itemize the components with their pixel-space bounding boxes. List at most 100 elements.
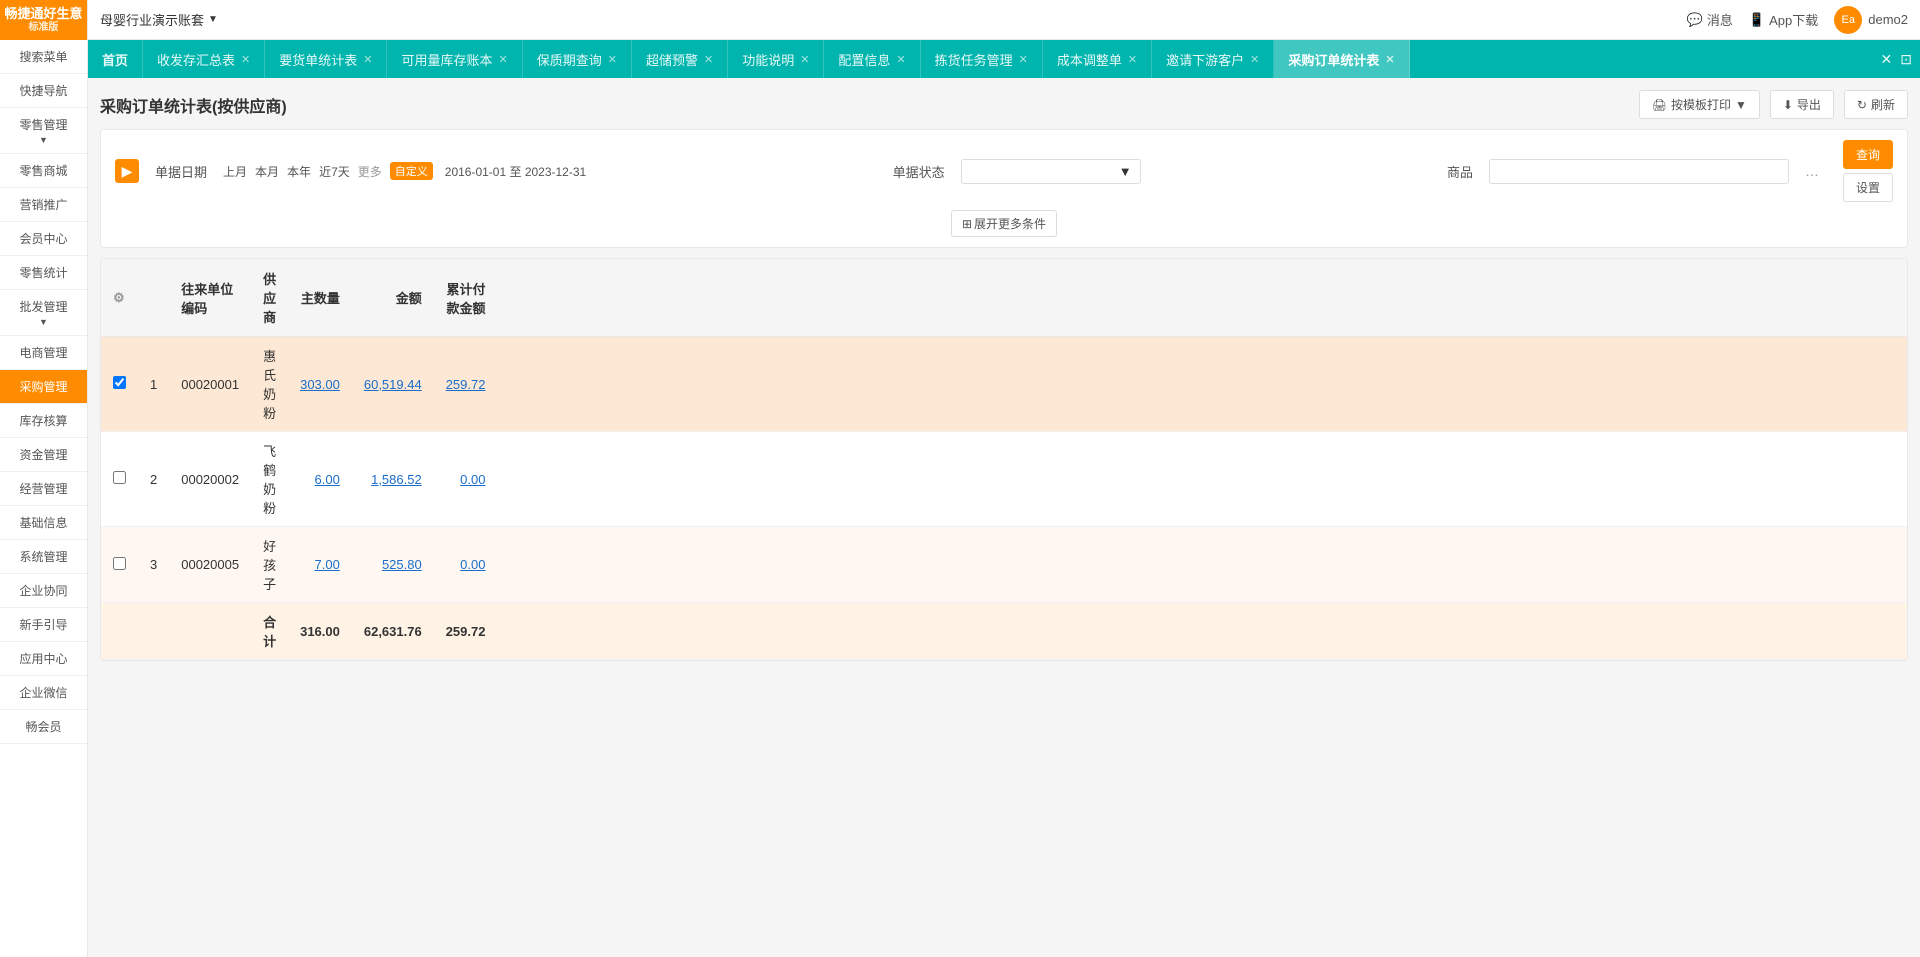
sidebar-item-marketing[interactable]: 营销推广 <box>0 188 87 222</box>
tab-close-icon[interactable]: ✕ <box>704 53 713 66</box>
tab-home[interactable]: 首页 <box>88 40 143 78</box>
row-check[interactable] <box>101 337 138 432</box>
avatar: Ea <box>1834 6 1862 34</box>
sidebar-item-wholesale-mgmt[interactable]: 批发管理▼ <box>0 290 87 336</box>
row-main-qty[interactable]: 303.00 <box>288 337 352 432</box>
shortcut-this-year[interactable]: 本年 <box>287 163 311 180</box>
refresh-btn[interactable]: ↻ 刷新 <box>1844 90 1908 119</box>
row-checkbox[interactable] <box>113 471 126 484</box>
table-row[interactable]: 1 00020001 惠氏奶粉 303.00 60,519.44 259.72 <box>101 337 1907 432</box>
row-paid-amount[interactable]: 259.72 <box>434 337 498 432</box>
tab-purchase-stats[interactable]: 采购订单统计表✕ <box>1274 40 1409 78</box>
row-paid-amount[interactable]: 0.00 <box>434 432 498 527</box>
sidebar-item-enterprise-collab[interactable]: 企业协同 <box>0 574 87 608</box>
tab-close-icon[interactable]: ✕ <box>499 53 508 66</box>
sidebar-item-new-guide[interactable]: 新手引导 <box>0 608 87 642</box>
row-checkbox[interactable] <box>113 376 126 389</box>
goods-more-icon[interactable]: … <box>1805 163 1819 179</box>
tab-close-icon[interactable]: ✕ <box>1385 53 1394 66</box>
tab-config-info[interactable]: 配置信息✕ <box>824 40 920 78</box>
tab-close-icon[interactable]: ✕ <box>1128 53 1137 66</box>
row-main-qty[interactable]: 7.00 <box>288 527 352 603</box>
topbar-right: 💬 消息 📱 App下载 Ea demo2 <box>1687 6 1908 34</box>
sidebar-item-purchase-mgmt[interactable]: 采购管理 <box>0 370 87 404</box>
goods-input[interactable] <box>1489 159 1789 184</box>
sidebar-item-retail-mall[interactable]: 零售商城 <box>0 154 87 188</box>
row-checkbox[interactable] <box>113 557 126 570</box>
export-btn[interactable]: ⬇ 导出 <box>1770 90 1834 119</box>
footer-supplier: 合计 <box>251 603 288 660</box>
shortcut-last-month[interactable]: 上月 <box>223 163 247 180</box>
sidebar-item-app-center[interactable]: 应用中心 <box>0 642 87 676</box>
app-download-btn[interactable]: 📱 App下载 <box>1749 10 1818 29</box>
row-main-qty[interactable]: 6.00 <box>288 432 352 527</box>
gear-icon[interactable]: ⚙ <box>113 290 125 305</box>
print-btn[interactable]: 🖨 按模板打印 ▼ <box>1639 90 1760 119</box>
status-select[interactable]: ▼ <box>961 159 1141 184</box>
sidebar-item-label: 搜索菜单 <box>19 48 67 65</box>
row-amount[interactable]: 1,586.52 <box>352 432 434 527</box>
sidebar-item-quick-nav[interactable]: 快捷导航 <box>0 74 87 108</box>
maximize-tab-btn[interactable]: ⊡ <box>1900 51 1912 68</box>
message-btn[interactable]: 💬 消息 <box>1687 10 1733 29</box>
th-main-qty: 主数量 <box>288 259 352 337</box>
table-row[interactable]: 2 00020002 飞鹤奶粉 6.00 1,586.52 0.00 <box>101 432 1907 527</box>
tab-order-stats[interactable]: 要货单统计表✕ <box>265 40 387 78</box>
tab-function-desc[interactable]: 功能说明✕ <box>728 40 824 78</box>
close-tab-btn[interactable]: ✕ <box>1881 51 1893 68</box>
expand-more-btn[interactable]: ⊞ 展开更多条件 <box>951 210 1057 237</box>
sidebar-item-finance-mgmt[interactable]: 资金管理 <box>0 438 87 472</box>
tab-invite-downstream[interactable]: 邀请下游客户✕ <box>1152 40 1274 78</box>
custom-date-badge[interactable]: 自定义 <box>390 162 433 180</box>
tab-cost-adjust[interactable]: 成本调整单✕ <box>1043 40 1152 78</box>
row-check[interactable] <box>101 432 138 527</box>
shortcut-this-month[interactable]: 本月 <box>255 163 279 180</box>
tab-close-icon[interactable]: ✕ <box>608 53 617 66</box>
sidebar: 畅捷通好生意 标准版 搜索菜单快捷导航零售管理▼零售商城营销推广会员中心零售统计… <box>0 0 88 957</box>
tab-close-icon[interactable]: ✕ <box>1019 53 1028 66</box>
row-num: 1 <box>138 337 169 432</box>
settings-btn[interactable]: 设置 <box>1843 173 1893 202</box>
sidebar-item-retail-stats[interactable]: 零售统计 <box>0 256 87 290</box>
industry-selector[interactable]: 母婴行业演示账套 ▼ <box>100 10 218 29</box>
tab-close-icon[interactable]: ✕ <box>800 53 809 66</box>
tab-close-icon[interactable]: ✕ <box>896 53 905 66</box>
tab-label: 拣货任务管理 <box>935 50 1013 69</box>
sidebar-item-search[interactable]: 搜索菜单 <box>0 40 87 74</box>
row-check[interactable] <box>101 527 138 603</box>
tab-picking-task[interactable]: 拣货任务管理 ✕ <box>921 40 1043 78</box>
row-paid-amount[interactable]: 0.00 <box>434 527 498 603</box>
filter-toggle-btn[interactable]: ▶ <box>115 159 139 183</box>
table-row[interactable]: 3 00020005 好孩子 7.00 525.80 0.00 <box>101 527 1907 603</box>
tab-close-icon[interactable]: ✕ <box>1250 53 1259 66</box>
table-body: 1 00020001 惠氏奶粉 303.00 60,519.44 259.72 … <box>101 337 1907 603</box>
tab-overstock-warning[interactable]: 超储预警✕ <box>632 40 728 78</box>
tab-close-icon[interactable]: ✕ <box>241 53 250 66</box>
chevron-down-icon: ▼ <box>208 14 218 25</box>
nav-tabs: 首页收发存汇总表✕要货单统计表✕可用量库存账本✕保质期查询✕超储预警✕功能说明✕… <box>88 40 1920 78</box>
row-amount[interactable]: 525.80 <box>352 527 434 603</box>
sidebar-item-member-center[interactable]: 会员中心 <box>0 222 87 256</box>
tab-receive-send[interactable]: 收发存汇总表✕ <box>143 40 265 78</box>
sidebar-item-ecommerce-mgmt[interactable]: 电商管理 <box>0 336 87 370</box>
sidebar-item-label: 应用中心 <box>19 650 67 667</box>
user-profile-btn[interactable]: Ea demo2 <box>1834 6 1908 34</box>
tab-label: 保质期查询 <box>537 50 602 69</box>
export-icon: ⬇ <box>1783 98 1793 112</box>
query-btn[interactable]: 查询 <box>1843 140 1893 169</box>
sidebar-item-operation-mgmt[interactable]: 经营管理 <box>0 472 87 506</box>
sidebar-item-free-member[interactable]: 畅会员 <box>0 710 87 744</box>
shortcut-7days[interactable]: 近7天 <box>319 163 350 180</box>
tab-close-icon[interactable]: ✕ <box>363 53 372 66</box>
sidebar-item-label: 会员中心 <box>19 230 67 247</box>
tab-expiry-query[interactable]: 保质期查询 ✕ <box>523 40 632 78</box>
sidebar-item-stock-check[interactable]: 库存核算 <box>0 404 87 438</box>
sidebar-item-enterprise-wechat[interactable]: 企业微信 <box>0 676 87 710</box>
tab-label: 可用量库存账本 <box>401 50 492 69</box>
sidebar-item-system-mgmt[interactable]: 系统管理 <box>0 540 87 574</box>
sidebar-item-retail-mgmt[interactable]: 零售管理▼ <box>0 108 87 154</box>
row-amount[interactable]: 60,519.44 <box>352 337 434 432</box>
sidebar-item-basic-info[interactable]: 基础信息 <box>0 506 87 540</box>
shortcut-more[interactable]: 更多 <box>358 163 382 180</box>
tab-available-stock[interactable]: 可用量库存账本 ✕ <box>387 40 522 78</box>
